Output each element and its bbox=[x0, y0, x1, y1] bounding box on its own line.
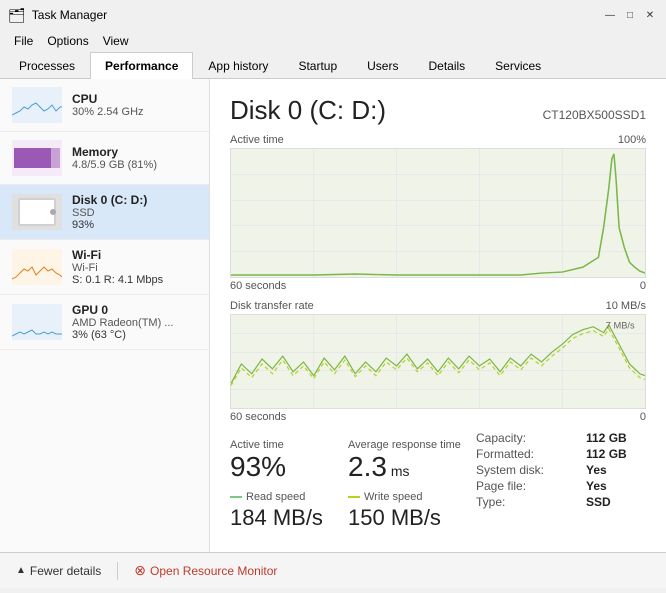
gpu-title: GPU 0 bbox=[72, 303, 173, 317]
write-speed-label: Write speed bbox=[364, 491, 423, 503]
app-title: Task Manager bbox=[32, 8, 107, 22]
memory-sub: 4.8/5.9 GB (81%) bbox=[72, 159, 157, 171]
cpu-title: CPU bbox=[72, 92, 144, 106]
app-icon: 🗂 bbox=[8, 7, 26, 24]
read-indicator bbox=[230, 496, 242, 498]
disk-sub: SSD bbox=[72, 207, 147, 219]
write-indicator bbox=[348, 496, 360, 498]
info-type: Type: SSD bbox=[476, 495, 646, 509]
transfer-duration: 60 seconds bbox=[230, 411, 286, 423]
title-left: 🗂 Task Manager bbox=[8, 7, 107, 24]
title-controls: — □ ✕ bbox=[602, 7, 658, 23]
wifi-val: S: 0.1 R: 4.1 Mbps bbox=[72, 274, 163, 286]
transfer-rate-label: Disk transfer rate bbox=[230, 300, 314, 312]
avg-response-label: Average response time bbox=[348, 439, 466, 451]
stats-info-row: Active time 93% Average response time 2.… bbox=[230, 431, 646, 531]
svg-text:7 MB/s: 7 MB/s bbox=[606, 321, 635, 331]
stats-left: Active time 93% Average response time 2.… bbox=[230, 431, 466, 531]
tab-performance[interactable]: Performance bbox=[90, 52, 193, 79]
tab-details[interactable]: Details bbox=[413, 52, 480, 79]
avg-response-value: 2.3 ms bbox=[348, 453, 466, 481]
chevron-up-icon: ▲ bbox=[16, 565, 26, 576]
transfer-zero: 0 bbox=[640, 411, 646, 423]
menu-file[interactable]: File bbox=[8, 32, 39, 50]
main-area: CPU 30% 2.54 GHz Memory 4.8/5.9 GB (81%) bbox=[0, 79, 666, 552]
minimize-button[interactable]: — bbox=[602, 7, 618, 23]
active-time-chart bbox=[230, 148, 646, 278]
tab-services[interactable]: Services bbox=[480, 52, 556, 79]
info-system-disk: System disk: Yes bbox=[476, 463, 646, 477]
gpu-val: 3% (63 °C) bbox=[72, 329, 173, 341]
transfer-rate-section: Disk transfer rate 10 MB/s bbox=[230, 300, 646, 423]
content-area: Disk 0 (C: D:) CT120BX500SSD1 Active tim… bbox=[210, 79, 666, 552]
active-time-zero: 0 bbox=[640, 280, 646, 292]
active-time-stat-value: 93% bbox=[230, 453, 348, 481]
title-bar: 🗂 Task Manager — □ ✕ bbox=[0, 0, 666, 30]
active-time-max: 100% bbox=[618, 134, 646, 146]
active-time-duration: 60 seconds bbox=[230, 280, 286, 292]
disk-val: 93% bbox=[72, 219, 147, 231]
tab-bar: Processes Performance App history Startu… bbox=[0, 52, 666, 79]
menu-options[interactable]: Options bbox=[41, 32, 94, 50]
sidebar-item-gpu[interactable]: GPU 0 AMD Radeon(TM) ... 3% (63 °C) bbox=[0, 295, 209, 350]
menu-bar: File Options View bbox=[0, 30, 666, 52]
write-speed-value: 150 MB/s bbox=[348, 505, 466, 531]
close-button[interactable]: ✕ bbox=[642, 7, 658, 23]
fewer-details-button[interactable]: ▲ Fewer details bbox=[16, 564, 101, 578]
cpu-sub: 30% 2.54 GHz bbox=[72, 106, 144, 118]
sidebar-item-disk[interactable]: Disk 0 (C: D:) SSD 93% bbox=[0, 185, 209, 240]
active-time-label: Active time bbox=[230, 134, 284, 146]
tab-processes[interactable]: Processes bbox=[4, 52, 90, 79]
active-time-section: Active time 100% bbox=[230, 134, 646, 292]
content-title-row: Disk 0 (C: D:) CT120BX500SSD1 bbox=[230, 95, 646, 126]
menu-view[interactable]: View bbox=[97, 32, 135, 50]
disk-model: CT120BX500SSD1 bbox=[543, 108, 646, 122]
sidebar-item-wifi[interactable]: Wi-Fi Wi-Fi S: 0.1 R: 4.1 Mbps bbox=[0, 240, 209, 295]
resource-monitor-icon: ⊗ bbox=[134, 562, 146, 579]
maximize-button[interactable]: □ bbox=[622, 7, 638, 23]
tab-app-history[interactable]: App history bbox=[193, 52, 283, 79]
sidebar: CPU 30% 2.54 GHz Memory 4.8/5.9 GB (81%) bbox=[0, 79, 210, 552]
info-capacity: Capacity: 112 GB bbox=[476, 431, 646, 445]
read-speed-label: Read speed bbox=[246, 491, 305, 503]
gpu-sub: AMD Radeon(TM) ... bbox=[72, 317, 173, 329]
speed-row: Read speed 184 MB/s Write speed 150 MB/s bbox=[230, 491, 466, 531]
bottom-separator bbox=[117, 562, 118, 580]
info-formatted: Formatted: 112 GB bbox=[476, 447, 646, 461]
disk-heading: Disk 0 (C: D:) bbox=[230, 95, 386, 126]
read-speed-block: Read speed 184 MB/s bbox=[230, 491, 348, 531]
active-time-stat: Active time 93% Average response time 2.… bbox=[230, 439, 466, 481]
open-resource-monitor-button[interactable]: ⊗ Open Resource Monitor bbox=[134, 562, 277, 579]
transfer-rate-max: 10 MB/s bbox=[606, 300, 646, 312]
transfer-rate-chart: 7 MB/s bbox=[230, 314, 646, 409]
read-speed-value: 184 MB/s bbox=[230, 505, 348, 531]
info-table: Capacity: 112 GB Formatted: 112 GB Syste… bbox=[466, 431, 646, 531]
wifi-sub: Wi-Fi bbox=[72, 262, 163, 274]
active-time-stat-label: Active time bbox=[230, 439, 348, 451]
tab-users[interactable]: Users bbox=[352, 52, 413, 79]
write-speed-block: Write speed 150 MB/s bbox=[348, 491, 466, 531]
sidebar-item-cpu[interactable]: CPU 30% 2.54 GHz bbox=[0, 79, 209, 132]
tab-startup[interactable]: Startup bbox=[283, 52, 352, 79]
sidebar-item-memory[interactable]: Memory 4.8/5.9 GB (81%) bbox=[0, 132, 209, 185]
disk-title: Disk 0 (C: D:) bbox=[72, 193, 147, 207]
info-page-file: Page file: Yes bbox=[476, 479, 646, 493]
wifi-title: Wi-Fi bbox=[72, 248, 163, 262]
memory-title: Memory bbox=[72, 145, 157, 159]
bottom-bar: ▲ Fewer details ⊗ Open Resource Monitor bbox=[0, 552, 666, 588]
